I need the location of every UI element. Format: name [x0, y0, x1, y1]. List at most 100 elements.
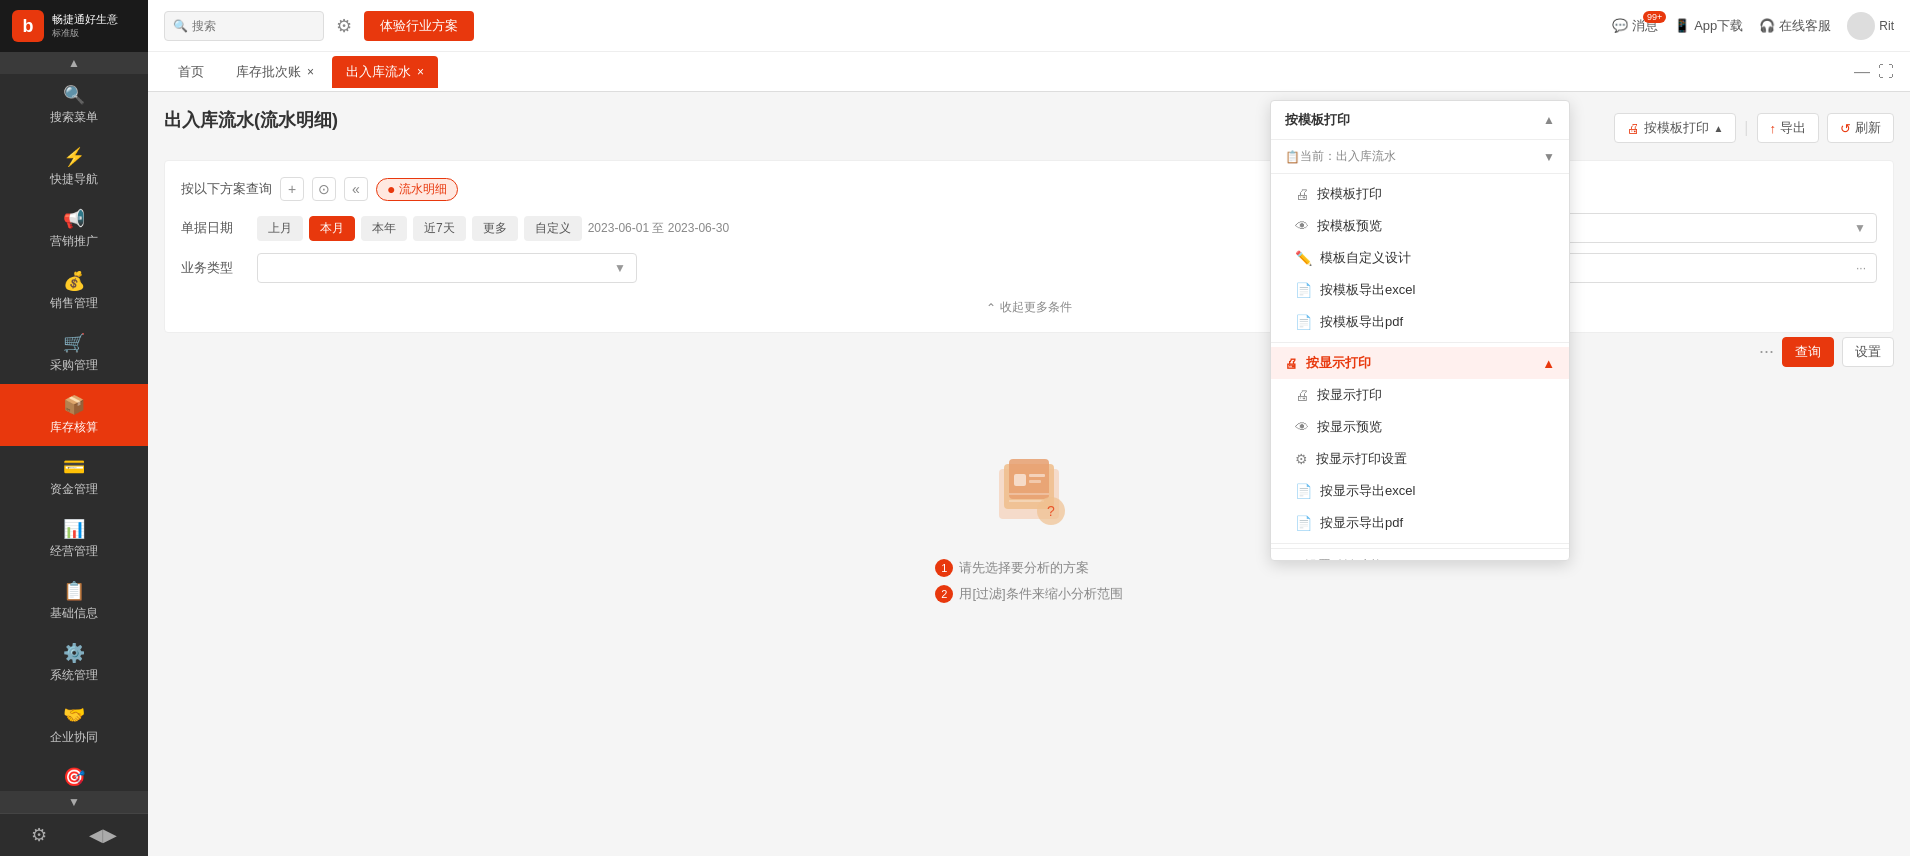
chevron-up-icon: ▲ — [1713, 123, 1723, 134]
brand-name: 畅捷通好生意 — [52, 12, 118, 26]
sidebar-item-inventory[interactable]: 📦 库存核算 — [0, 384, 148, 446]
tab-flow[interactable]: 出入库流水 × — [332, 56, 438, 88]
empty-tip-2: 2 用[过滤]条件来缩小分析范围 — [935, 581, 1122, 607]
sidebar-item-search[interactable]: 🔍 搜索菜单 — [0, 74, 148, 136]
dropdown-item-display-excel[interactable]: 📄 按显示导出excel — [1271, 475, 1569, 507]
sidebar-item-system[interactable]: ⚙️ 系统管理 — [0, 632, 148, 694]
dropdown-item-template-pdf[interactable]: 📄 按模板导出pdf — [1271, 306, 1569, 338]
marketing-icon: 📢 — [63, 208, 85, 230]
collapse-conditions-button[interactable]: ⌃ 收起更多条件 — [181, 293, 1877, 316]
sidebar-item-operations[interactable]: 📊 经营管理 — [0, 508, 148, 570]
sidebar-item-purchase[interactable]: 🛒 采购管理 — [0, 322, 148, 384]
tab-flow-label: 出入库流水 — [346, 63, 411, 81]
message-badge: 99+ — [1643, 11, 1666, 23]
tab-batch-close[interactable]: × — [307, 65, 314, 79]
filter-add-button[interactable]: + — [280, 177, 304, 201]
collapse-sidebar-icon[interactable]: ◀▶ — [89, 824, 117, 846]
sidebar-item-basic[interactable]: 📋 基础信息 — [0, 570, 148, 632]
current-template-label: 📋 当前：出入库流水 ▼ — [1271, 140, 1569, 169]
search-input[interactable] — [192, 19, 315, 33]
sidebar-item-collab[interactable]: 🤝 企业协同 — [0, 694, 148, 756]
svg-rect-4 — [1029, 474, 1045, 477]
dropdown-close-icon[interactable]: ▲ — [1543, 113, 1555, 127]
more-options-button[interactable]: ... — [1759, 337, 1774, 367]
dropdown-item-label: 按模板导出excel — [1320, 281, 1415, 299]
divider-3 — [1271, 543, 1569, 544]
footer-chevron: ▼ — [1542, 559, 1555, 561]
empty-tips: 1 请先选择要分析的方案 2 用[过滤]条件来缩小分析范围 — [935, 555, 1122, 607]
topbar-left: 🔍 ⚙ 体验行业方案 — [164, 11, 474, 41]
dropdown-item-template-design[interactable]: ✏️ 模板自定义设计 — [1271, 242, 1569, 274]
sidebar-item-label: 营销推广 — [50, 233, 98, 250]
dropdown-item-display-preview[interactable]: 👁 按显示预览 — [1271, 411, 1569, 443]
operations-icon: 📊 — [63, 518, 85, 540]
settings-button[interactable]: 设置 — [1842, 337, 1894, 367]
search-box[interactable]: 🔍 — [164, 11, 324, 41]
business-type-select[interactable]: ▼ — [257, 253, 637, 283]
user-info[interactable]: Rit — [1847, 12, 1894, 40]
preview-icon-1: 👁 — [1295, 218, 1309, 234]
sidebar-item-marketing[interactable]: 📢 营销推广 — [0, 198, 148, 260]
dropdown-item-template-print[interactable]: 🖨 按模板打印 — [1271, 178, 1569, 210]
business-type-dropdown-icon: ▼ — [614, 261, 626, 275]
sidebar-scroll-up[interactable]: ▲ — [0, 52, 148, 74]
sidebar-footer: ⚙ ◀▶ — [0, 813, 148, 856]
app-download-button[interactable]: 📱 App下载 — [1674, 17, 1743, 35]
search-icon: 🔍 — [63, 84, 85, 106]
template-print-button[interactable]: 🖨 按模板打印 ▲ — [1614, 113, 1736, 143]
dropdown-footer-settings[interactable]: ⚙ 设置默认功能 ▼ — [1271, 548, 1569, 560]
date-btn-more[interactable]: 更多 — [472, 216, 518, 241]
tab-flow-close[interactable]: × — [417, 65, 424, 79]
default-settings-icon: ⚙ — [1285, 559, 1297, 561]
filter-tag[interactable]: ● 流水明细 — [376, 178, 458, 201]
chevron-up-icon2: ⌃ — [986, 301, 996, 315]
template-print-label: 按模板打印 — [1644, 119, 1709, 137]
query-label: 查询 — [1795, 343, 1821, 361]
tab-minimize-icon[interactable]: — — [1854, 63, 1870, 81]
tab-home[interactable]: 首页 — [164, 56, 218, 88]
dropdown-item-template-preview[interactable]: 👁 按模板预览 — [1271, 210, 1569, 242]
dropdown-item-label: 按模板预览 — [1317, 217, 1382, 235]
refresh-icon: ↺ — [1840, 121, 1851, 136]
date-btn-custom[interactable]: 自定义 — [524, 216, 582, 241]
dropdown-item-label: 按显示打印设置 — [1316, 450, 1407, 468]
settings-footer-icon[interactable]: ⚙ — [31, 824, 47, 846]
page-title: 出入库流水(流水明细) — [164, 108, 338, 132]
dropdown-item-display-print[interactable]: 🖨 按显示打印 — [1271, 379, 1569, 411]
dropdown-item-display-pdf[interactable]: 📄 按显示导出pdf — [1271, 507, 1569, 539]
filter-collapse-icon[interactable]: « — [344, 177, 368, 201]
refresh-button[interactable]: ↺ 刷新 — [1827, 113, 1894, 143]
export-button[interactable]: ↑ 导出 — [1757, 113, 1820, 143]
sidebar-item-label: 资金管理 — [50, 481, 98, 498]
query-button[interactable]: 查询 — [1782, 337, 1834, 367]
online-service-button[interactable]: 🎧 在线客服 — [1759, 17, 1831, 35]
tab-batch[interactable]: 库存批次账 × — [222, 56, 328, 88]
finance-icon: 💳 — [63, 456, 85, 478]
message-button[interactable]: 💬 消息 99+ — [1612, 17, 1658, 35]
filter-settings-icon[interactable]: ⊙ — [312, 177, 336, 201]
sidebar-item-finance[interactable]: 💳 资金管理 — [0, 446, 148, 508]
gear-icon[interactable]: ⚙ — [336, 15, 352, 37]
bill-type-select[interactable]: ▼ — [1557, 213, 1877, 243]
display-print-section[interactable]: 🖨 按显示打印 ▲ — [1271, 347, 1569, 379]
sidebar-item-quicknav[interactable]: ⚡ 快捷导航 — [0, 136, 148, 198]
guide-icon: 🎯 — [63, 766, 85, 788]
date-btn-prev-month[interactable]: 上月 — [257, 216, 303, 241]
empty-state: ? 1 请先选择要分析的方案 2 用[过滤]条件来缩小分析范围 — [164, 379, 1894, 667]
dropdown-item-display-settings[interactable]: ⚙ 按显示打印设置 — [1271, 443, 1569, 475]
sidebar-scroll-down[interactable]: ▼ — [0, 791, 148, 813]
date-btn-current-year[interactable]: 本年 — [361, 216, 407, 241]
industry-solution-button[interactable]: 体验行业方案 — [364, 11, 474, 41]
message-icon: 💬 — [1612, 18, 1628, 33]
dropdown-title: 按模板打印 — [1285, 111, 1350, 129]
tabbar: 首页 库存批次账 × 出入库流水 × — ⛶ — [148, 52, 1910, 92]
dropdown-item-template-excel[interactable]: 📄 按模板导出excel — [1271, 274, 1569, 306]
export-label: 导出 — [1780, 119, 1806, 137]
sidebar-item-sales[interactable]: 💰 销售管理 — [0, 260, 148, 322]
warehouse-select[interactable]: ··· — [1557, 253, 1877, 283]
print-icon: 🖨 — [1627, 121, 1640, 136]
date-btn-current-month[interactable]: 本月 — [309, 216, 355, 241]
sidebar-item-guide[interactable]: 🎯 新手引导 — [0, 756, 148, 791]
tab-maximize-icon[interactable]: ⛶ — [1878, 63, 1894, 81]
date-btn-7days[interactable]: 近7天 — [413, 216, 466, 241]
